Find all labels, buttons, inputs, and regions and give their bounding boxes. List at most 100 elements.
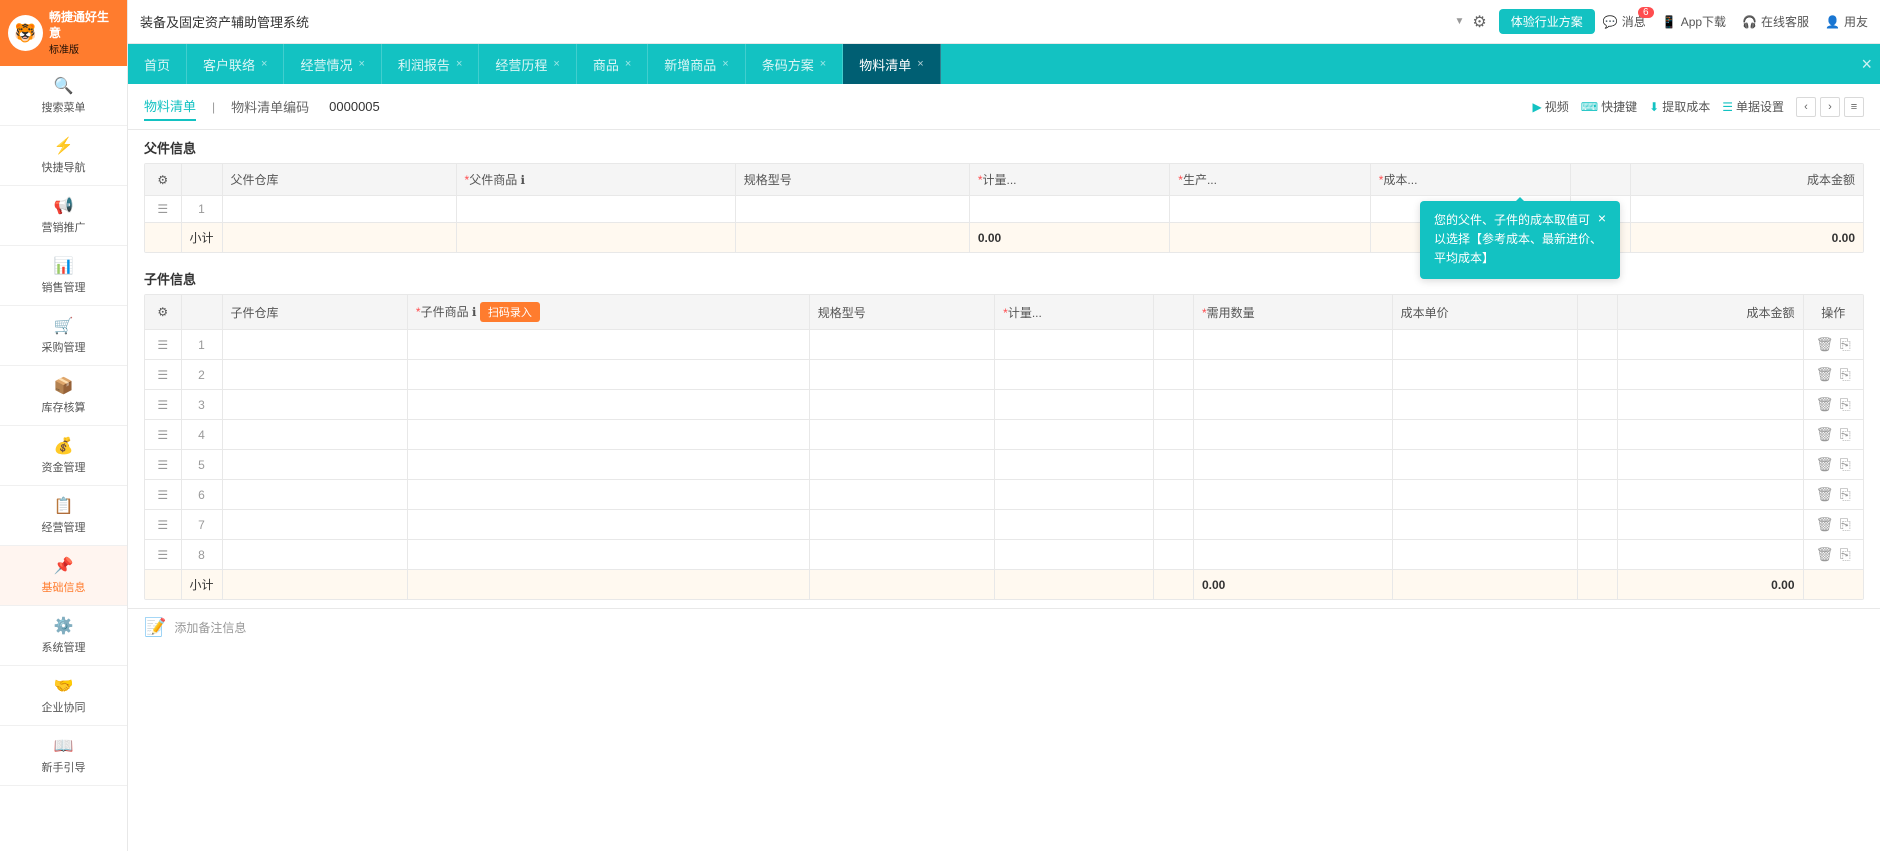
delete-icon-row6[interactable]: 🗑	[1816, 486, 1834, 503]
parent-col-settings[interactable]: ⚙	[145, 164, 181, 196]
parent-row1-amount	[1631, 196, 1863, 223]
sidebar-item-system[interactable]: ⚙️ 系统管理	[0, 606, 127, 666]
menu-btn[interactable]: ≡	[1844, 97, 1864, 117]
delete-icon-row8[interactable]: 🗑	[1816, 546, 1834, 563]
delete-icon-row2[interactable]: 🗑	[1816, 366, 1834, 383]
extract-cost-action[interactable]: ⬇ 提取成本	[1649, 98, 1710, 115]
logo-text: 畅捷通好生意 标准版	[49, 10, 119, 56]
phone-icon: 📱	[1662, 15, 1677, 29]
parent-col-product: *父件商品 ℹ	[456, 164, 735, 196]
close-tab-bom[interactable]: ×	[917, 58, 923, 70]
child-row2-warehouse[interactable]	[222, 360, 407, 390]
tab-operations[interactable]: 经营情况 ×	[284, 44, 381, 84]
single-settings-action[interactable]: ☰ 单据设置	[1722, 98, 1784, 115]
copy-icon-row1[interactable]: ⎘	[1840, 336, 1851, 353]
next-btn[interactable]: ›	[1820, 97, 1840, 117]
tab-home[interactable]: 首页	[128, 44, 187, 84]
nav-tabs: 首页 客户联络 × 经营情况 × 利润报告 × 经营历程 × 商品 × 新增商品…	[128, 44, 1880, 84]
delete-icon-row3[interactable]: 🗑	[1816, 396, 1834, 413]
sidebar-item-purchase[interactable]: 🛒 采购管理	[0, 306, 127, 366]
parent-row1-product[interactable]	[456, 196, 735, 223]
parent-row1-spec[interactable]	[735, 196, 969, 223]
sidebar-item-basic-info[interactable]: 📌 基础信息	[0, 546, 127, 606]
parent-row1-unit[interactable]	[969, 196, 1169, 223]
sidebar-item-enterprise[interactable]: 🤝 企业协同	[0, 666, 127, 726]
prev-btn[interactable]: ‹	[1796, 97, 1816, 117]
close-tab-customer[interactable]: ×	[261, 58, 267, 70]
tab-barcode[interactable]: 条码方案 ×	[746, 44, 843, 84]
child-row2-unit-cost[interactable]	[1392, 360, 1577, 390]
child-row1-spec[interactable]	[809, 330, 994, 360]
close-all-tabs[interactable]: ×	[1853, 54, 1880, 75]
tab-customer[interactable]: 客户联络 ×	[187, 44, 284, 84]
child-row1-unit-cost[interactable]	[1392, 330, 1577, 360]
child-col-spacer	[1153, 295, 1193, 330]
delete-icon-row7[interactable]: 🗑	[1816, 516, 1834, 533]
child-section: 子件信息 ⚙ 子件仓库 *子件商品 ℹ 扫码录入 规格型号	[128, 261, 1880, 608]
child-subtotal-label: 小计	[181, 570, 222, 600]
parent-col-amount: 成本金额	[1631, 164, 1863, 196]
settings-icon[interactable]: ⚙	[1472, 12, 1486, 32]
copy-icon-row3[interactable]: ⎘	[1840, 396, 1851, 413]
child-row2-qty[interactable]	[1193, 360, 1392, 390]
copy-icon-row2[interactable]: ⎘	[1840, 366, 1851, 383]
parent-subtotal-amount1: 0.00	[969, 223, 1169, 253]
copy-icon-row7[interactable]: ⎘	[1840, 516, 1851, 533]
sidebar-item-search[interactable]: 🔍 搜索菜单	[0, 66, 127, 126]
note-icon[interactable]: 📝	[144, 617, 166, 638]
sub-tab-bom-list[interactable]: 物料清单	[144, 92, 196, 121]
close-tab-operations[interactable]: ×	[358, 58, 364, 70]
child-row1-settings: ☰	[145, 330, 181, 360]
child-row1-qty[interactable]	[1193, 330, 1392, 360]
sidebar-item-operations[interactable]: 📋 经营管理	[0, 486, 127, 546]
scan-btn[interactable]: 扫码录入	[480, 302, 540, 322]
parent-row1-settings: ☰	[145, 196, 181, 223]
child-row-1: ☰ 1	[145, 330, 1863, 360]
copy-icon-row8[interactable]: ⎘	[1840, 546, 1851, 563]
tab-history[interactable]: 经营历程 ×	[479, 44, 576, 84]
sidebar-item-inventory[interactable]: 📦 库存核算	[0, 366, 127, 426]
tab-profit[interactable]: 利润报告 ×	[382, 44, 479, 84]
keyboard-icon: ⌨	[1581, 100, 1598, 114]
sidebar-item-guide[interactable]: 📖 新手引导	[0, 726, 127, 786]
child-col-settings[interactable]: ⚙	[145, 295, 181, 330]
child-row2-unit[interactable]	[995, 360, 1154, 390]
experience-btn[interactable]: 体验行业方案	[1499, 9, 1595, 34]
tab-bom[interactable]: 物料清单 ×	[843, 44, 940, 84]
copy-icon-row6[interactable]: ⎘	[1840, 486, 1851, 503]
shortcut-action[interactable]: ⌨ 快捷键	[1581, 98, 1637, 115]
sidebar-item-sales[interactable]: 📊 销售管理	[0, 246, 127, 306]
tab-goods[interactable]: 商品 ×	[577, 44, 648, 84]
copy-icon-row4[interactable]: ⎘	[1840, 426, 1851, 443]
user-menu[interactable]: 👤 用友	[1825, 13, 1868, 30]
system-dropdown-arrow[interactable]: ▼	[1455, 16, 1465, 27]
child-row2-product[interactable]	[407, 360, 809, 390]
close-tab-history[interactable]: ×	[553, 58, 559, 70]
parent-row1-warehouse[interactable]	[222, 196, 456, 223]
tab-new-goods[interactable]: 新增商品 ×	[648, 44, 745, 84]
delete-icon-row5[interactable]: 🗑	[1816, 456, 1834, 473]
sidebar-item-finance[interactable]: 💰 资金管理	[0, 426, 127, 486]
app-download-btn[interactable]: 📱 App下载	[1662, 13, 1726, 30]
child-row2-spec[interactable]	[809, 360, 994, 390]
parent-col-spacer	[1571, 164, 1631, 196]
child-row1-warehouse[interactable]	[222, 330, 407, 360]
child-row1-unit[interactable]	[995, 330, 1154, 360]
parent-row1-production[interactable]	[1170, 196, 1370, 223]
close-tab-barcode[interactable]: ×	[820, 58, 826, 70]
money-icon: 💰	[54, 436, 74, 456]
copy-icon-row5[interactable]: ⎘	[1840, 456, 1851, 473]
headset-icon: 🎧	[1742, 15, 1757, 29]
sidebar-item-quicknav[interactable]: ⚡ 快捷导航	[0, 126, 127, 186]
delete-icon-row1[interactable]: 🗑	[1816, 336, 1834, 353]
tooltip-close-btn[interactable]: ×	[1598, 211, 1606, 225]
online-service-btn[interactable]: 🎧 在线客服	[1742, 13, 1809, 30]
close-tab-new-goods[interactable]: ×	[722, 58, 728, 70]
close-tab-profit[interactable]: ×	[456, 58, 462, 70]
sidebar-item-marketing[interactable]: 📢 营销推广	[0, 186, 127, 246]
close-tab-goods[interactable]: ×	[625, 58, 631, 70]
delete-icon-row4[interactable]: 🗑	[1816, 426, 1834, 443]
view-action[interactable]: ▶ 视频	[1533, 98, 1569, 115]
message-btn[interactable]: 💬 消息 6	[1603, 13, 1646, 30]
child-row1-product[interactable]	[407, 330, 809, 360]
